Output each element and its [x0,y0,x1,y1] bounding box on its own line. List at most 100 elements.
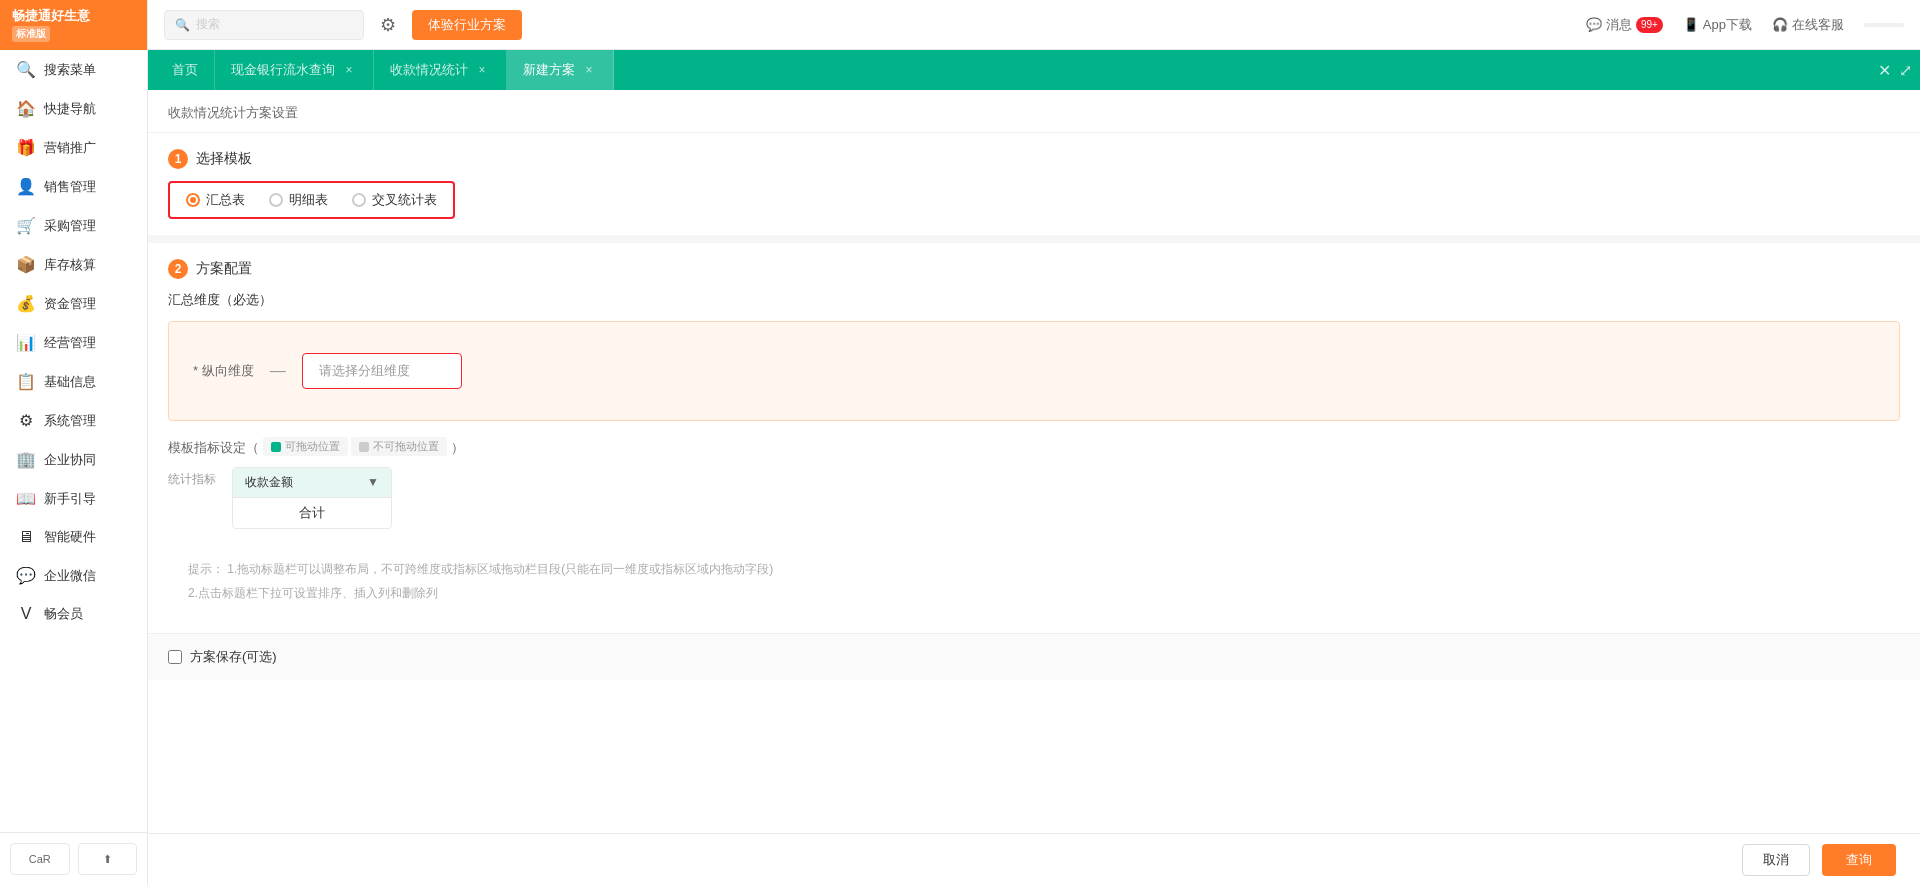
sidebar-item-guide[interactable]: 📖 新手引导 [0,479,147,518]
non-draggable-indicator [359,442,369,452]
sidebar-item-label: 智能硬件 [44,528,96,546]
tab-cashflow[interactable]: 现金银行流水查询 × [215,50,374,90]
cancel-button[interactable]: 取消 [1742,844,1810,876]
breadcrumb-text: 收款情况统计方案设置 [168,105,298,120]
service-icon: 🎧 [1772,17,1788,32]
step1-section: 1 选择模板 汇总表 明细表 交叉统计表 [148,133,1920,235]
step1-badge: 1 [168,149,188,169]
list-icon: 📋 [16,372,36,391]
metrics-label: 模板指标设定（ 可拖动位置 不可拖动位置 ） [168,437,1900,457]
sidebar-item-label: 销售管理 [44,178,96,196]
notification-label: 消息 [1606,16,1632,34]
metrics-table-header[interactable]: 收款金额 ▼ [233,468,391,498]
draggable-indicator [271,442,281,452]
radio-crosstab[interactable]: 交叉统计表 [352,191,437,209]
hint-line2: 2.点击标题栏下拉可设置排序、插入列和删除列 [188,581,1880,605]
tab-bar: 首页 现金银行流水查询 × 收款情况统计 × 新建方案 × ✕ ⤢ [148,50,1920,90]
sidebar-item-label: 企业微信 [44,567,96,585]
sidebar-item-nav[interactable]: 🏠 快捷导航 [0,89,147,128]
subsection-label: 汇总维度（必选） [168,292,272,307]
user-display [1864,23,1904,27]
tab-close-icon[interactable]: × [341,62,357,78]
hint-line1: 提示： 1.拖动标题栏可以调整布局，不可跨维度或指标区域拖动栏目段(只能在同一维… [188,557,1880,581]
tab-label: 新建方案 [523,61,575,79]
radio-detail[interactable]: 明细表 [269,191,328,209]
close-window-icon[interactable]: ✕ [1878,61,1891,80]
radio-circle-summary [186,193,200,207]
stats-label: 统计指标 [168,467,216,529]
sidebar-item-hardware[interactable]: 🖥 智能硬件 [0,518,147,556]
topbar-right: 💬 消息 99+ 📱 App下载 🎧 在线客服 [1586,16,1904,34]
sidebar-item-wechat[interactable]: 💬 企业微信 [0,556,147,595]
dimension-input[interactable]: 请选择分组维度 [302,353,462,389]
radio-circle-detail [269,193,283,207]
topbar-search[interactable]: 🔍 搜索 [164,10,364,40]
vip-icon: V [16,605,36,623]
app-name: 畅捷通好生意 [12,8,90,24]
service-label: 在线客服 [1792,16,1844,34]
gear-icon: ⚙ [16,411,36,430]
save-label: 方案保存(可选) [190,648,277,666]
gift-icon: 🎁 [16,138,36,157]
sidebar-item-label: 搜索菜单 [44,61,96,79]
sidebar-item-sales[interactable]: 👤 销售管理 [0,167,147,206]
metrics-setting: 模板指标设定（ 可拖动位置 不可拖动位置 ） [168,437,1900,529]
sidebar-item-enterprise[interactable]: 🏢 企业协同 [0,440,147,479]
content-area: 收款情况统计方案设置 1 选择模板 汇总表 明细表 [148,90,1920,885]
download-icon: 📱 [1683,17,1699,32]
settings-icon[interactable]: ⚙ [380,14,396,36]
tab-close-icon[interactable]: × [474,62,490,78]
tab-close-icon[interactable]: × [581,62,597,78]
app-edition: 标准版 [12,26,50,42]
notification-item[interactable]: 💬 消息 99+ [1586,16,1663,34]
section-divider [148,235,1920,243]
sidebar-item-purchase[interactable]: 🛒 采购管理 [0,206,147,245]
sidebar-item-operations[interactable]: 📊 经营管理 [0,323,147,362]
maximize-icon[interactable]: ⤢ [1899,61,1912,80]
monitor-icon: 🖥 [16,528,36,546]
sidebar-item-search[interactable]: 🔍 搜索菜单 [0,50,147,89]
query-button[interactable]: 查询 [1822,844,1896,876]
tab-receivables[interactable]: 收款情况统计 × [374,50,507,90]
tab-new-plan[interactable]: 新建方案 × [507,50,614,90]
sidebar-bottom-btn2[interactable]: ⬆ [78,843,138,875]
notification-badge: 99+ [1636,17,1663,33]
step2-title-text: 方案配置 [196,260,252,278]
metrics-table-row: 合计 [233,498,391,528]
radio-circle-crosstab [352,193,366,207]
main-area: 🔍 搜索 ⚙ 体验行业方案 💬 消息 99+ 📱 App下载 🎧 在线客服 首页 [148,0,1920,885]
sidebar-bottom-btn1[interactable]: CaR [10,843,70,875]
sidebar-item-marketing[interactable]: 🎁 营销推广 [0,128,147,167]
tab-home[interactable]: 首页 [156,50,215,90]
step1-title: 1 选择模板 [168,149,1900,169]
sidebar-item-finance[interactable]: 💰 资金管理 [0,284,147,323]
sidebar-item-label: 营销推广 [44,139,96,157]
radio-summary[interactable]: 汇总表 [186,191,245,209]
search-placeholder: 搜索 [196,16,220,33]
save-checkbox[interactable] [168,650,182,664]
book-icon: 📖 [16,489,36,508]
service-item[interactable]: 🎧 在线客服 [1772,16,1844,34]
industry-button[interactable]: 体验行业方案 [412,10,522,40]
sidebar-item-label: 资金管理 [44,295,96,313]
footer-spacer [148,680,1920,732]
sidebar-bottom: CaR ⬆ [0,832,147,885]
topbar: 🔍 搜索 ⚙ 体验行业方案 💬 消息 99+ 📱 App下载 🎧 在线客服 [148,0,1920,50]
chart-icon: 📊 [16,333,36,352]
building-icon: 🏢 [16,450,36,469]
metrics-label-text: 模板指标设定（ 可拖动位置 不可拖动位置 ） [168,437,464,457]
sidebar-item-system[interactable]: ⚙ 系统管理 [0,401,147,440]
chevron-down-icon[interactable]: ▼ [367,475,379,489]
dimension-placeholder: 请选择分组维度 [319,362,410,380]
subsection-title: 汇总维度（必选） [168,291,1900,309]
radio-label-crosstab: 交叉统计表 [372,191,437,209]
step2-section: 2 方案配置 汇总维度（必选） * 纵向维度 — 请选择分组维度 [148,243,1920,633]
sidebar-item-label: 快捷导航 [44,100,96,118]
home-icon: 🏠 [16,99,36,118]
sidebar-item-inventory[interactable]: 📦 库存核算 [0,245,147,284]
template-radio-group: 汇总表 明细表 交叉统计表 [168,181,455,219]
download-item[interactable]: 📱 App下载 [1683,16,1752,34]
sidebar-item-basics[interactable]: 📋 基础信息 [0,362,147,401]
sidebar-item-label: 库存核算 [44,256,96,274]
sidebar-item-member[interactable]: V 畅会员 [0,595,147,633]
